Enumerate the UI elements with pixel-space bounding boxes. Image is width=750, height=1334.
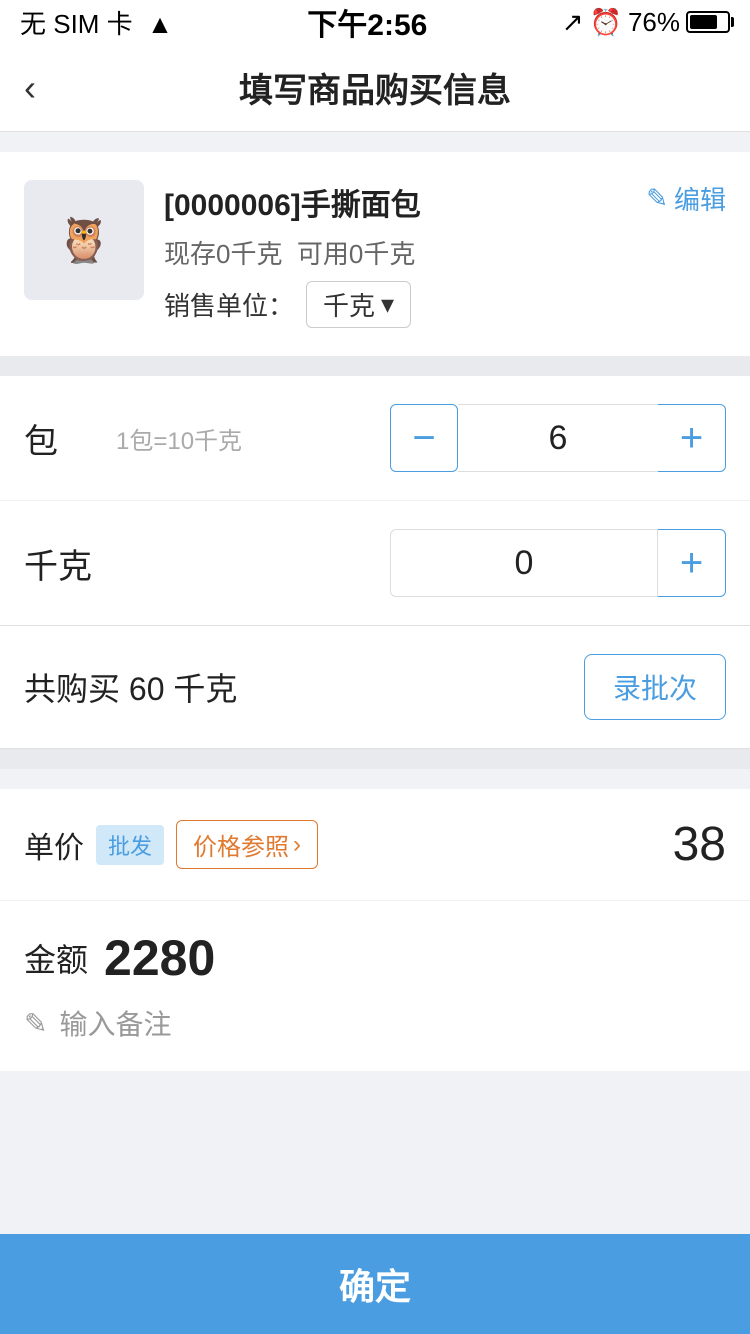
battery-percent: 76% bbox=[628, 7, 680, 38]
qty-plus-button-kg[interactable]: + bbox=[658, 529, 726, 597]
total-text: 共购买 60 千克 bbox=[24, 664, 237, 710]
qty-row-bao: 包 1包=10千克 − + bbox=[0, 376, 750, 501]
product-stock: 现存0千克 可用0千克 bbox=[164, 234, 726, 271]
amount-label: 金额 bbox=[24, 935, 88, 981]
remark-text: 输入备注 bbox=[59, 1003, 171, 1043]
amount-row: 金额 2280 bbox=[24, 929, 726, 987]
separator-1 bbox=[0, 356, 750, 376]
location-icon: ↗ bbox=[562, 7, 584, 38]
total-row: 共购买 60 千克 录批次 bbox=[0, 625, 750, 749]
qty-control-bao: − + bbox=[390, 404, 726, 472]
nav-bar: ‹ 填写商品购买信息 bbox=[0, 44, 750, 132]
qty-section-1: 包 1包=10千克 − + 千克 + bbox=[0, 376, 750, 625]
status-signal: 无 SIM 卡 ▲ bbox=[20, 4, 173, 41]
chevron-right-icon: › bbox=[293, 831, 301, 859]
alarm-icon: ⏰ bbox=[590, 7, 622, 38]
product-info: [0000006]手撕面包 现存0千克 可用0千克 销售单位： 千克 ▾ bbox=[164, 180, 726, 328]
qty-input-bao[interactable] bbox=[458, 404, 658, 472]
batch-button[interactable]: 录批次 bbox=[584, 654, 726, 720]
qty-row-kg: 千克 + bbox=[0, 501, 750, 625]
page-spacer bbox=[0, 1071, 750, 1234]
qty-plus-button-bao[interactable]: + bbox=[658, 404, 726, 472]
remark-icon: ✎ bbox=[24, 1007, 47, 1040]
qty-input-kg[interactable] bbox=[390, 529, 658, 597]
unit-select[interactable]: 千克 ▾ bbox=[306, 281, 411, 328]
page-title: 填写商品购买信息 bbox=[239, 63, 511, 112]
product-name: [0000006]手撕面包 bbox=[164, 180, 726, 224]
unit-label: 销售单位： bbox=[164, 286, 294, 323]
price-tag: 批发 bbox=[96, 825, 164, 865]
price-ref-button[interactable]: 价格参照 › bbox=[176, 820, 318, 869]
qty-control-kg: + bbox=[390, 529, 726, 597]
product-thumbnail: 🦉 bbox=[24, 180, 144, 300]
chevron-down-icon: ▾ bbox=[381, 289, 394, 320]
qty-hint-bao: 1包=10千克 bbox=[116, 421, 390, 456]
remark-row[interactable]: ✎ 输入备注 bbox=[24, 1003, 726, 1043]
amount-section: 金额 2280 ✎ 输入备注 bbox=[0, 900, 750, 1071]
separator-2 bbox=[0, 749, 750, 769]
amount-value: 2280 bbox=[104, 929, 215, 987]
edit-button[interactable]: ✎ 编辑 bbox=[646, 180, 726, 217]
qty-minus-button[interactable]: − bbox=[390, 404, 458, 472]
product-unit-row: 销售单位： 千克 ▾ bbox=[164, 281, 726, 328]
qty-label-kg: 千克 bbox=[24, 539, 104, 588]
price-value: 38 bbox=[673, 817, 726, 872]
status-time: 下午2:56 bbox=[307, 0, 427, 44]
status-battery-area: ↗ ⏰ 76% bbox=[562, 7, 730, 38]
confirm-label: 确定 bbox=[339, 1258, 411, 1310]
product-card: 🦉 [0000006]手撕面包 现存0千克 可用0千克 销售单位： 千克 ▾ ✎… bbox=[0, 152, 750, 356]
edit-icon: ✎ bbox=[646, 183, 668, 214]
back-button[interactable]: ‹ bbox=[24, 67, 36, 109]
price-section: 单价 批发 价格参照 › 38 bbox=[0, 789, 750, 900]
confirm-button[interactable]: 确定 bbox=[0, 1234, 750, 1334]
price-left: 单价 批发 价格参照 › bbox=[24, 820, 318, 869]
battery-icon bbox=[686, 11, 730, 33]
qty-label-bao: 包 bbox=[24, 414, 104, 463]
price-label: 单价 bbox=[24, 823, 84, 867]
status-bar: 无 SIM 卡 ▲ 下午2:56 ↗ ⏰ 76% bbox=[0, 0, 750, 44]
